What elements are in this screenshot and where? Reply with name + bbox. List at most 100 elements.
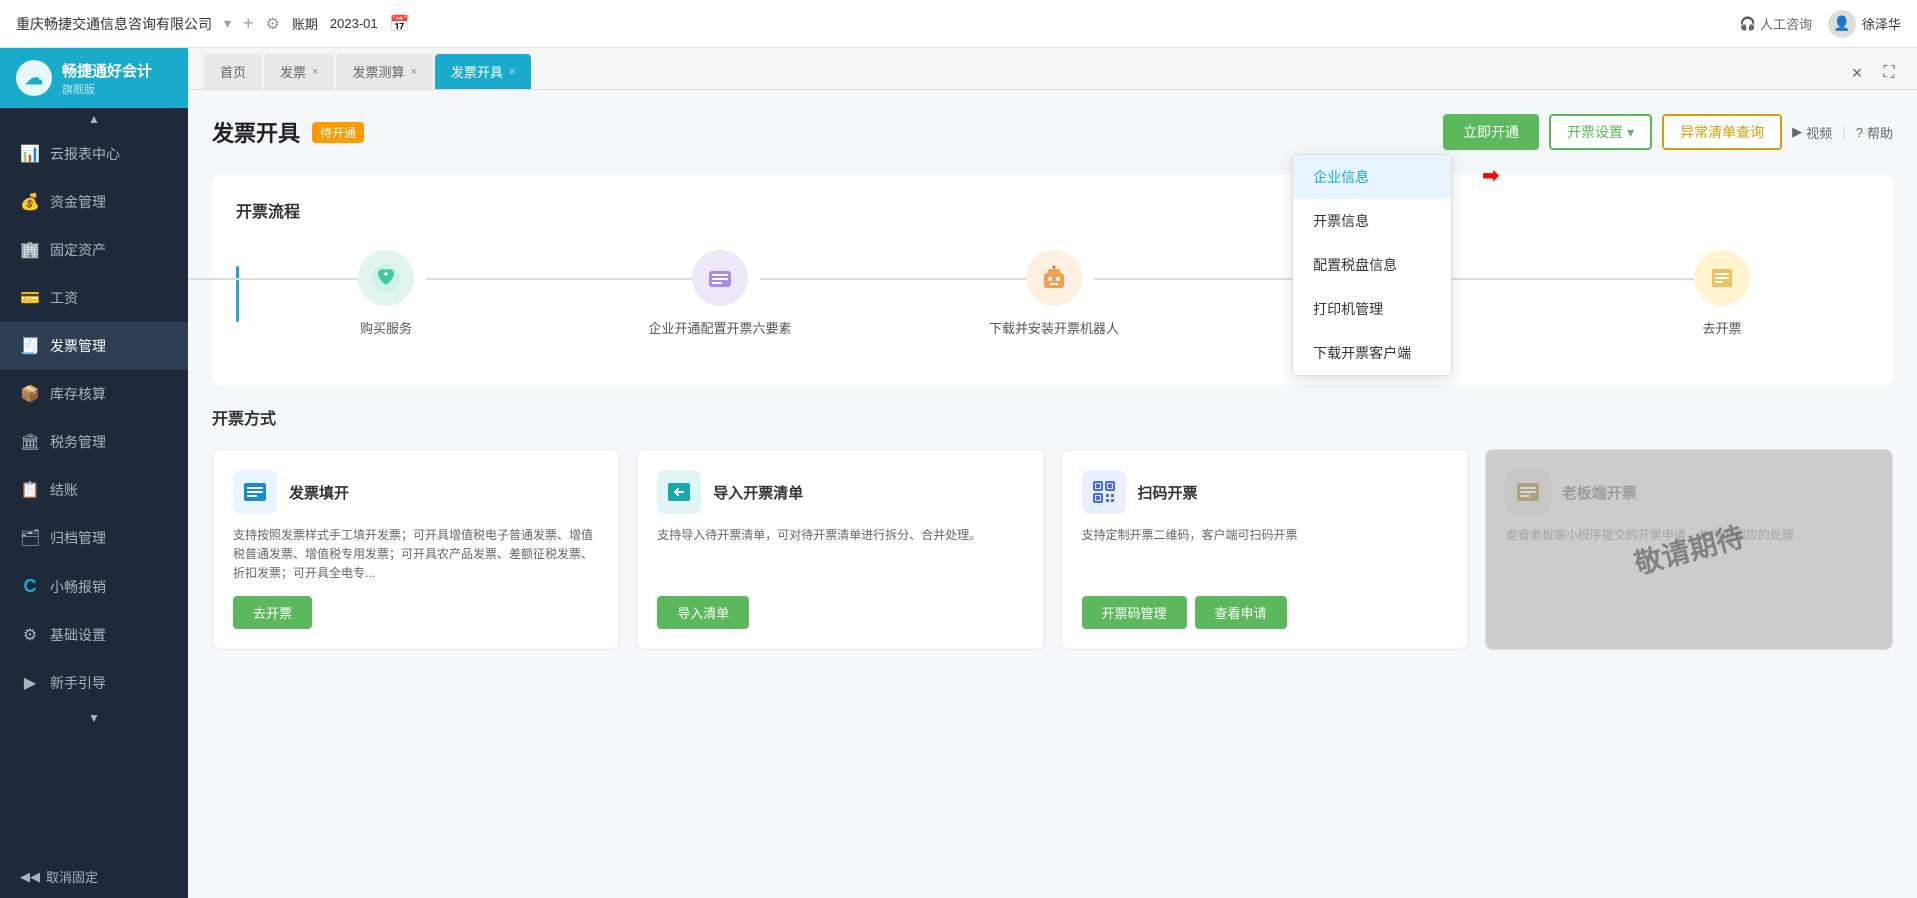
calendar-icon[interactable]: 📅: [390, 14, 410, 34]
tab-fapiao-cesuan-close[interactable]: ×: [410, 66, 416, 78]
sidebar-item-jiezhang[interactable]: 📋 结账: [0, 466, 188, 514]
kaipiao-info-label: 开票信息: [1313, 213, 1369, 229]
xiazai-kehu-label: 下载开票客户端: [1313, 345, 1411, 361]
sidebar-item-xinshou[interactable]: ▶ 新手引导: [0, 659, 188, 707]
step-1-label: 购买服务: [360, 318, 412, 337]
tab-fapiao-cesuan-label: 发票测算: [352, 62, 404, 81]
scan-card-desc: 支持定制开票二维码，客户端可扫码开票: [1082, 526, 1448, 584]
sidebar-item-guidang[interactable]: 🗂 归档管理: [0, 514, 188, 562]
dayin-guanli-label: 打印机管理: [1313, 301, 1383, 317]
close-all-button[interactable]: ×: [1845, 61, 1869, 85]
sidebar-item-xiaochang[interactable]: C 小畅报销: [0, 562, 188, 611]
sidebar-label-jichu: 基础设置: [50, 625, 106, 645]
shuiwu-icon: 🏛: [20, 432, 40, 452]
gongzi-icon: 💳: [20, 288, 40, 308]
tab-home-label: 首页: [220, 62, 246, 81]
dropdown-item-dayin-guanli[interactable]: 打印机管理: [1293, 287, 1451, 331]
billing-card-boss: 老板端开票 查看老板端小程序提交的开票申请，并作出相应的处理 敬请期待: [1485, 449, 1893, 650]
import-card-title: 导入开票清单: [713, 482, 803, 503]
boss-card-overlay: 敬请期待: [1486, 450, 1892, 649]
tab-fapiao-close[interactable]: ×: [312, 66, 318, 78]
billing-card-fill: 发票填开 支持按照发票样式手工填开发票；可开具增值税电子普通发票、增值税普通发票…: [212, 449, 620, 650]
step-3-label: 下载并安装开票机器人: [989, 318, 1119, 337]
company-dropdown-icon[interactable]: ▾: [224, 15, 231, 32]
billing-cards-grid: 发票填开 支持按照发票样式手工填开发票；可开具增值税电子普通发票、增值税普通发票…: [212, 449, 1893, 650]
help-label: 帮助: [1867, 123, 1893, 142]
settings-button-label: 开票设置: [1567, 122, 1623, 142]
import-card-desc: 支持导入待开票清单，可对待开票清单进行拆分、合并处理。: [657, 526, 1023, 584]
import-icon: [657, 470, 701, 514]
help-icon: ?: [1856, 125, 1863, 140]
invoice-svg: [1707, 263, 1737, 293]
dropdown-item-kaipiao-info[interactable]: 开票信息: [1293, 199, 1451, 243]
tab-fapiao-cesuan[interactable]: 发票测算 ×: [336, 54, 432, 89]
flow-step-5: 去开票: [1575, 250, 1869, 337]
sidebar-scroll-down[interactable]: ▼: [0, 707, 188, 729]
sidebar-label-zijin: 资金管理: [50, 192, 106, 212]
scan-card-button1[interactable]: 开票码管理: [1082, 596, 1187, 629]
pin-icon: ◀◀: [20, 869, 40, 885]
sidebar-label-xinshou: 新手引导: [50, 673, 106, 693]
sidebar-label-shuiwu: 税务管理: [50, 432, 106, 452]
billing-section-title: 开票方式: [212, 405, 1893, 429]
cancel-pin-label: 取消固定: [46, 867, 98, 886]
sidebar-item-gongzi[interactable]: 💳 工资: [0, 274, 188, 322]
tab-bar: 首页 发票 × 发票测算 × 发票开具 × × ⛶: [188, 48, 1917, 90]
page-title: 发票开具: [212, 116, 300, 148]
period-label: 账期: [292, 14, 318, 33]
video-button[interactable]: ▶ 视频: [1792, 123, 1832, 142]
sidebar: ☁ 畅捷通好会计 旗舰版 ▲ 📊 云报表中心 💰 资金管理 🏢 固定资产 💳 工…: [0, 48, 188, 898]
cancel-pin-button[interactable]: ◀◀ 取消固定: [0, 855, 188, 898]
qiye-info-label: 企业信息: [1313, 169, 1369, 185]
dropdown-item-peizhi-shuipan[interactable]: 配置税盘信息: [1293, 243, 1451, 287]
sidebar-scroll-up[interactable]: ▲: [0, 108, 188, 130]
add-tab-button[interactable]: +: [243, 13, 254, 34]
logo-subtitle: 旗舰版: [62, 81, 152, 97]
step-2-icon: [692, 250, 748, 306]
fill-card-button[interactable]: 去开票: [233, 596, 312, 629]
company-name: 重庆畅捷交通信息咨询有限公司: [16, 14, 212, 34]
scan-card-button2[interactable]: 查看申请: [1195, 596, 1287, 629]
gudingzichan-icon: 🏢: [20, 240, 40, 260]
sidebar-item-kucun[interactable]: 📦 库存核算: [0, 370, 188, 418]
flow-step-1: 购买服务: [239, 250, 533, 337]
sidebar-logo: ☁ 畅捷通好会计 旗舰版: [0, 48, 188, 108]
user-info[interactable]: 👤 徐泽华: [1828, 10, 1901, 38]
sidebar-item-yunbao[interactable]: 📊 云报表中心: [0, 130, 188, 178]
fill-card-title: 发票填开: [289, 482, 349, 503]
tab-fapiao[interactable]: 发票 ×: [264, 54, 334, 89]
expand-button[interactable]: ⛶: [1877, 61, 1901, 85]
tab-fapiao-kaiju[interactable]: 发票开具 ×: [435, 54, 531, 89]
flow-steps: 购买服务 企业开通配置开票六要素: [236, 242, 1869, 361]
user-name: 徐泽华: [1862, 14, 1901, 33]
dropdown-item-xiazai-kehu[interactable]: 下载开票客户端: [1293, 331, 1451, 375]
sidebar-item-fapiao[interactable]: 🧾 发票管理: [0, 322, 188, 370]
sidebar-item-zijin[interactable]: 💰 资金管理: [0, 178, 188, 226]
settings-icon[interactable]: ⚙: [266, 14, 280, 34]
billing-card-scan: 扫码开票 支持定制开票二维码，客户端可扫码开票 开票码管理 查看申请: [1061, 449, 1469, 650]
jichu-icon: ⚙: [20, 625, 40, 645]
help-button[interactable]: ? 帮助: [1856, 123, 1893, 142]
sidebar-label-fapiao: 发票管理: [50, 336, 106, 356]
fill-card-desc: 支持按照发票样式手工填开发票；可开具增值税电子普通发票、增值税普通发票、增值税专…: [233, 526, 599, 584]
tab-home[interactable]: 首页: [204, 54, 262, 89]
overlay-text: 敬请期待: [1630, 515, 1749, 583]
activate-button[interactable]: 立即开通: [1443, 114, 1539, 150]
tab-fapiao-kaiju-close[interactable]: ×: [509, 66, 515, 78]
sidebar-item-jichu[interactable]: ⚙ 基础设置: [0, 611, 188, 659]
consult-button[interactable]: 🎧 人工咨询: [1740, 14, 1812, 33]
fapiao-icon: 🧾: [20, 336, 40, 356]
flow-section: 开票流程: [212, 174, 1893, 385]
sidebar-item-gudingzichan[interactable]: 🏢 固定资产: [0, 226, 188, 274]
settings-button[interactable]: 开票设置 ▾: [1549, 114, 1652, 150]
sidebar-label-gongzi: 工资: [50, 288, 78, 308]
exception-button[interactable]: 异常清单查询: [1662, 114, 1782, 150]
divider: |: [1842, 124, 1846, 140]
robot-svg: [1039, 263, 1069, 293]
sidebar-item-shuiwu[interactable]: 🏛 税务管理: [0, 418, 188, 466]
settings-dropdown-trigger[interactable]: 开票设置 ▾ 企业信息 ➡ 开票信息: [1549, 114, 1652, 150]
import-card-button[interactable]: 导入清单: [657, 596, 749, 629]
step-5-icon: [1694, 250, 1750, 306]
dropdown-item-qiye-info[interactable]: 企业信息 ➡: [1293, 155, 1451, 199]
tab-fapiao-kaiju-label: 发票开具: [451, 62, 503, 81]
